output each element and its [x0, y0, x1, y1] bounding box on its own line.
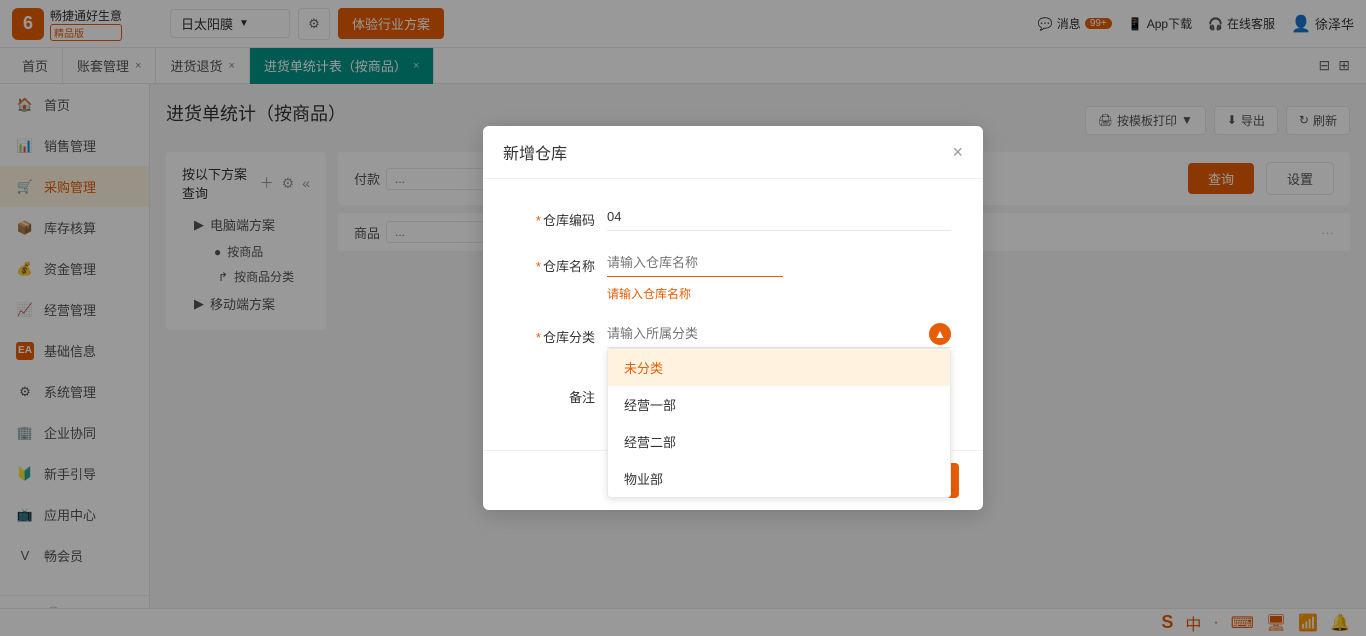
- name-label: *仓库名称: [515, 249, 595, 277]
- name-error-message: 请输入仓库名称: [607, 285, 691, 302]
- code-label: *仓库编码: [515, 203, 595, 229]
- form-row-name: *仓库名称 请输入仓库名称: [515, 249, 951, 302]
- form-row-code: *仓库编码: [515, 203, 951, 231]
- add-warehouse-modal: 新增仓库 × *仓库编码 *仓库名称 请输入仓库名称 *仓库分: [483, 126, 983, 510]
- category-dropdown: 未分类 经营一部 经营二部 物业部: [607, 348, 951, 498]
- warehouse-name-input[interactable]: [607, 249, 783, 277]
- category-toggle-button[interactable]: ▲: [929, 323, 951, 345]
- dropdown-item-dept3[interactable]: 物业部: [608, 460, 950, 497]
- form-row-category: *仓库分类 ▲ 未分类 经营一部 经营二部 物业部: [515, 320, 951, 348]
- category-select-input[interactable]: [607, 320, 951, 348]
- dropdown-item-dept1[interactable]: 经营一部: [608, 386, 950, 423]
- category-label: *仓库分类: [515, 320, 595, 346]
- modal-close-button[interactable]: ×: [952, 142, 963, 163]
- notes-label: 备注: [515, 380, 595, 406]
- modal-body: *仓库编码 *仓库名称 请输入仓库名称 *仓库分类 ▲: [483, 179, 983, 450]
- category-select-wrapper: ▲ 未分类 经营一部 经营二部 物业部: [607, 320, 951, 348]
- modal-header: 新增仓库 ×: [483, 126, 983, 179]
- dropdown-item-dept2[interactable]: 经营二部: [608, 423, 950, 460]
- dropdown-item-uncategorized[interactable]: 未分类: [608, 349, 950, 386]
- warehouse-code-input[interactable]: [607, 203, 951, 231]
